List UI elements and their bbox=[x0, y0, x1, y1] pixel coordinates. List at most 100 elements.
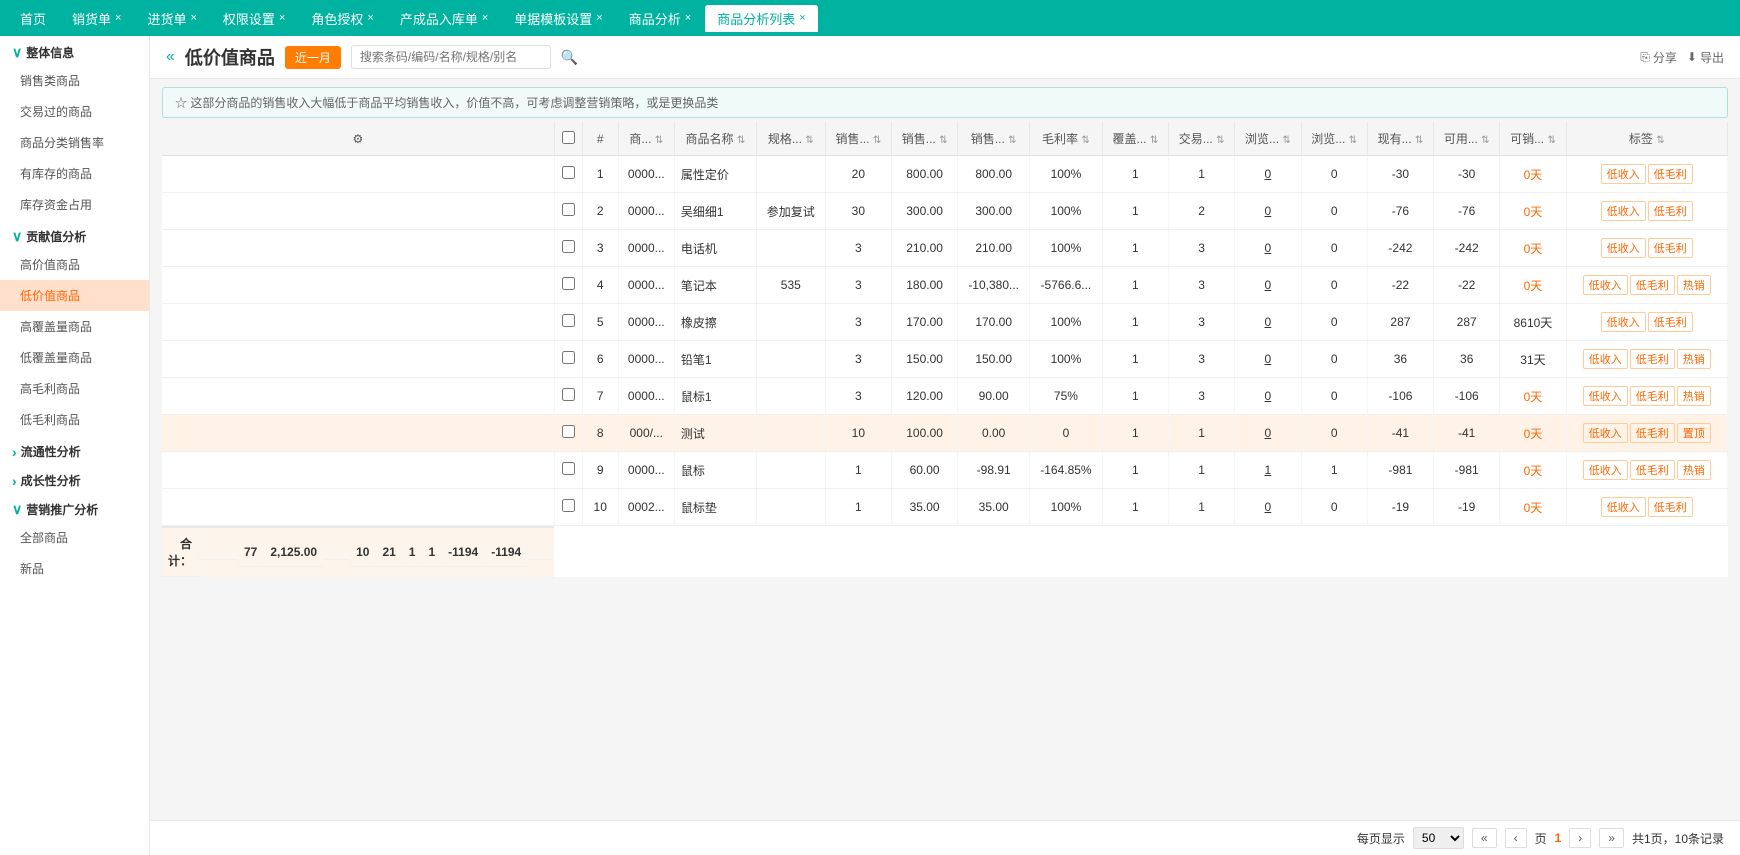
export-btn[interactable]: ⬇ 导出 bbox=[1687, 49, 1724, 66]
views1-link[interactable]: 0 bbox=[1265, 352, 1272, 366]
share-btn[interactable]: ⎘ 分享 bbox=[1640, 49, 1677, 66]
sidebar-item-new-products[interactable]: 新品 bbox=[0, 553, 149, 584]
tag-低收入[interactable]: 低收入 bbox=[1601, 312, 1646, 332]
cell-views1[interactable]: 0 bbox=[1235, 378, 1301, 415]
nav-close-purchase-order[interactable]: × bbox=[190, 12, 196, 24]
col-stock[interactable]: 现有... ⇅ bbox=[1367, 122, 1433, 156]
tag-低收入[interactable]: 低收入 bbox=[1583, 386, 1628, 406]
views1-link[interactable]: 0 bbox=[1265, 500, 1272, 514]
tag-低收入[interactable]: 低收入 bbox=[1601, 238, 1646, 258]
col-tags[interactable]: 标签 ⇅ bbox=[1566, 122, 1727, 156]
row-checkbox[interactable] bbox=[562, 462, 575, 475]
nav-permission[interactable]: 权限设置 × bbox=[211, 5, 297, 32]
collapse-contribution-icon[interactable]: ∨ bbox=[12, 228, 22, 245]
per-page-select[interactable]: 50 100 200 bbox=[1413, 827, 1464, 849]
sidebar-item-category-sales-rate[interactable]: 商品分类销售率 bbox=[0, 127, 149, 158]
tag-低毛利[interactable]: 低毛利 bbox=[1630, 460, 1675, 480]
tag-置顶[interactable]: 置顶 bbox=[1677, 423, 1711, 443]
sidebar-item-high-coverage[interactable]: 高覆盖量商品 bbox=[0, 311, 149, 342]
nav-close-template-settings[interactable]: × bbox=[596, 12, 602, 24]
col-sales-amount[interactable]: 销售... ⇅ bbox=[891, 122, 957, 156]
tag-热销[interactable]: 热销 bbox=[1677, 460, 1711, 480]
col-code[interactable]: 商... ⇅ bbox=[618, 122, 674, 156]
filter-recent-month-btn[interactable]: 近一月 bbox=[285, 46, 341, 69]
tag-低毛利[interactable]: 低毛利 bbox=[1630, 386, 1675, 406]
nav-product-analysis[interactable]: 商品分析 × bbox=[617, 5, 703, 32]
nav-close-product-analysis-list[interactable]: × bbox=[799, 12, 805, 24]
sidebar-group-growth[interactable]: › 成长性分析 bbox=[0, 464, 149, 493]
tag-低收入[interactable]: 低收入 bbox=[1583, 349, 1628, 369]
col-checkbox-header[interactable] bbox=[554, 122, 582, 156]
cell-checkbox[interactable] bbox=[554, 452, 582, 489]
nav-close-product-analysis[interactable]: × bbox=[685, 12, 691, 24]
sidebar-toggle-btn[interactable]: « bbox=[166, 48, 175, 66]
col-views1[interactable]: 浏览... ⇅ bbox=[1235, 122, 1301, 156]
row-checkbox[interactable] bbox=[562, 277, 575, 290]
sidebar-group-general[interactable]: ∨ 整体信息 bbox=[0, 36, 149, 65]
cell-checkbox[interactable] bbox=[554, 156, 582, 193]
col-transactions[interactable]: 交易... ⇅ bbox=[1169, 122, 1235, 156]
sidebar-item-high-margin[interactable]: 高毛利商品 bbox=[0, 373, 149, 404]
col-available[interactable]: 可用... ⇅ bbox=[1434, 122, 1500, 156]
views1-link[interactable]: 0 bbox=[1265, 426, 1272, 440]
nav-purchase-order[interactable]: 进货单 × bbox=[135, 5, 208, 32]
collapse-general-icon[interactable]: ∨ bbox=[12, 44, 22, 61]
last-page-btn[interactable]: » bbox=[1599, 828, 1624, 848]
cell-views1[interactable]: 0 bbox=[1235, 267, 1301, 304]
row-checkbox[interactable] bbox=[562, 314, 575, 327]
tag-低毛利[interactable]: 低毛利 bbox=[1648, 312, 1693, 332]
views1-link[interactable]: 0 bbox=[1265, 278, 1272, 292]
cell-checkbox[interactable] bbox=[554, 341, 582, 378]
tag-低收入[interactable]: 低收入 bbox=[1583, 460, 1628, 480]
cell-views1[interactable]: 0 bbox=[1235, 489, 1301, 526]
tag-低收入[interactable]: 低收入 bbox=[1583, 275, 1628, 295]
sidebar-group-liquidity[interactable]: › 流通性分析 bbox=[0, 435, 149, 464]
cell-checkbox[interactable] bbox=[554, 267, 582, 304]
col-spec[interactable]: 规格... ⇅ bbox=[756, 122, 825, 156]
sidebar-item-all-products[interactable]: 全部商品 bbox=[0, 522, 149, 553]
col-coverage[interactable]: 覆盖... ⇅ bbox=[1102, 122, 1168, 156]
tag-低毛利[interactable]: 低毛利 bbox=[1630, 423, 1675, 443]
row-checkbox[interactable] bbox=[562, 240, 575, 253]
sidebar-item-high-value[interactable]: 高价值商品 bbox=[0, 249, 149, 280]
table-container[interactable]: ⚙ # 商... ⇅ 商品名称 ⇅ 规格... ⇅ 销售... ⇅ 销售... … bbox=[150, 122, 1740, 820]
views1-link[interactable]: 0 bbox=[1265, 315, 1272, 329]
cell-views1[interactable]: 0 bbox=[1235, 230, 1301, 267]
col-saleable[interactable]: 可销... ⇅ bbox=[1500, 122, 1566, 156]
cell-views1[interactable]: 0 bbox=[1235, 156, 1301, 193]
views1-link[interactable]: 1 bbox=[1265, 463, 1272, 477]
nav-close-role-auth[interactable]: × bbox=[367, 12, 373, 24]
next-page-btn[interactable]: › bbox=[1569, 828, 1591, 848]
nav-close-permission[interactable]: × bbox=[279, 12, 285, 24]
col-setting[interactable]: ⚙ bbox=[162, 122, 554, 156]
cell-checkbox[interactable] bbox=[554, 193, 582, 230]
row-checkbox[interactable] bbox=[562, 203, 575, 216]
tag-低毛利[interactable]: 低毛利 bbox=[1648, 238, 1693, 258]
col-sales-qty[interactable]: 销售... ⇅ bbox=[825, 122, 891, 156]
tag-低收入[interactable]: 低收入 bbox=[1601, 497, 1646, 517]
sidebar-group-contribution[interactable]: ∨ 贡献值分析 bbox=[0, 220, 149, 249]
views1-link[interactable]: 0 bbox=[1265, 389, 1272, 403]
tag-低毛利[interactable]: 低毛利 bbox=[1648, 497, 1693, 517]
tag-热销[interactable]: 热销 bbox=[1677, 349, 1711, 369]
tag-热销[interactable]: 热销 bbox=[1677, 275, 1711, 295]
collapse-growth-icon[interactable]: › bbox=[12, 473, 17, 489]
nav-product-analysis-list[interactable]: 商品分析列表 × bbox=[705, 5, 817, 32]
views1-link[interactable]: 0 bbox=[1265, 204, 1272, 218]
nav-role-auth[interactable]: 角色授权 × bbox=[299, 5, 385, 32]
nav-close-product-inbound[interactable]: × bbox=[482, 12, 488, 24]
sidebar-item-low-coverage[interactable]: 低覆盖量商品 bbox=[0, 342, 149, 373]
row-checkbox[interactable] bbox=[562, 351, 575, 364]
nav-template-settings[interactable]: 单据模板设置 × bbox=[502, 5, 614, 32]
nav-close-sales-order[interactable]: × bbox=[115, 12, 121, 24]
cell-views1[interactable]: 1 bbox=[1235, 452, 1301, 489]
cell-views1[interactable]: 0 bbox=[1235, 193, 1301, 230]
tag-低收入[interactable]: 低收入 bbox=[1601, 164, 1646, 184]
cell-views1[interactable]: 0 bbox=[1235, 304, 1301, 341]
tag-低毛利[interactable]: 低毛利 bbox=[1630, 275, 1675, 295]
views1-link[interactable]: 0 bbox=[1265, 167, 1272, 181]
tag-低毛利[interactable]: 低毛利 bbox=[1648, 164, 1693, 184]
cell-checkbox[interactable] bbox=[554, 230, 582, 267]
tag-低收入[interactable]: 低收入 bbox=[1583, 423, 1628, 443]
row-checkbox[interactable] bbox=[562, 388, 575, 401]
